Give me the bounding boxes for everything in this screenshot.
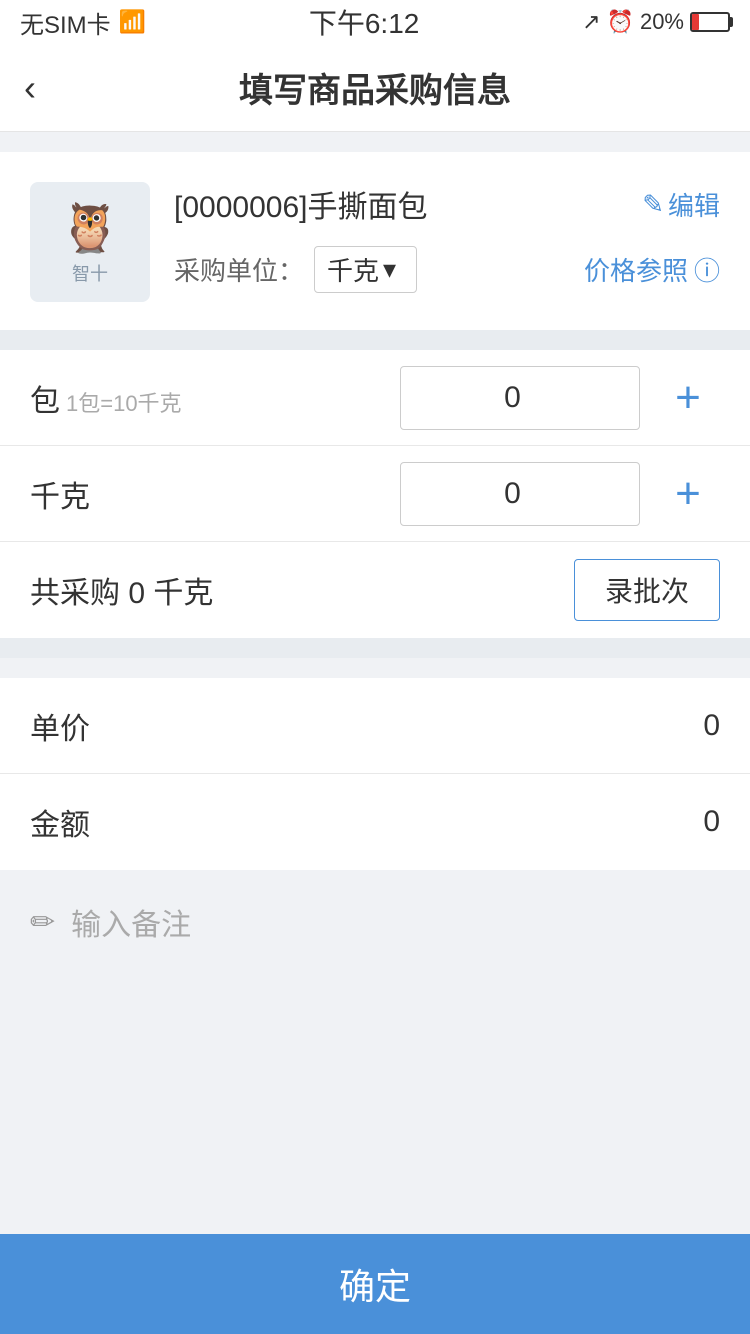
- unit-select[interactable]: 千克 ▾: [314, 246, 417, 293]
- battery-icon: [690, 12, 730, 32]
- carrier-label: 无SIM卡: [20, 5, 111, 40]
- unit-price-label: 单价: [30, 704, 90, 748]
- location-icon: ↗: [582, 9, 600, 35]
- status-right: ↗ ⏰ 20%: [582, 9, 730, 35]
- edit-button[interactable]: ✎ 编辑: [642, 186, 720, 223]
- section-divider-1: [0, 330, 750, 350]
- price-row-amount: 金额 0: [0, 774, 750, 870]
- back-button[interactable]: ‹: [24, 67, 36, 109]
- bao-hint: 1包=10千克: [66, 391, 182, 416]
- product-full-name: [0000006]手撕面包: [174, 182, 427, 226]
- pencil-icon: ✏: [30, 905, 55, 940]
- product-info: [0000006]手撕面包 ✎ 编辑 采购单位： 千克 ▾ 价格参照 ⓘ: [174, 182, 720, 293]
- amount-value: 0: [703, 805, 720, 839]
- input-label-kg: 千克: [30, 472, 150, 516]
- amount-label: 金额: [30, 800, 90, 844]
- section-divider-2: [0, 638, 750, 658]
- dropdown-arrow-icon: ▾: [383, 254, 396, 285]
- product-card: 🦉 智十 [0000006]手撕面包 ✎ 编辑 采购单位： 千克 ▾ 价格参照 …: [0, 152, 750, 330]
- bao-plus-button[interactable]: +: [656, 366, 720, 430]
- price-reference-button[interactable]: 价格参照 ⓘ: [584, 251, 720, 288]
- summary-row: 共采购 0 千克 录批次: [0, 542, 750, 638]
- unit-price-value: 0: [703, 709, 720, 743]
- product-thumb-icon: 🦉: [60, 199, 120, 256]
- nav-bar: ‹ 填写商品采购信息: [0, 44, 750, 132]
- product-unit-row: 采购单位： 千克 ▾ 价格参照 ⓘ: [174, 246, 720, 293]
- page-title: 填写商品采购信息: [239, 63, 511, 112]
- unit-label: 采购单位： 千克 ▾: [174, 246, 417, 293]
- input-section: 包1包=10千克 + 千克 +: [0, 350, 750, 542]
- product-name-row: [0000006]手撕面包 ✎ 编辑: [174, 182, 720, 226]
- kg-input[interactable]: [400, 462, 640, 526]
- battery-percent: 20%: [640, 9, 684, 35]
- batch-button[interactable]: 录批次: [574, 559, 720, 621]
- input-field-wrap-kg: +: [150, 462, 720, 526]
- bao-input[interactable]: [400, 366, 640, 430]
- unit-value: 千克: [327, 251, 379, 288]
- status-time: 下午6:12: [309, 2, 420, 42]
- remark-section[interactable]: ✏ 输入备注: [0, 870, 750, 974]
- edit-label: 编辑: [668, 186, 720, 223]
- input-row-bao: 包1包=10千克 +: [0, 350, 750, 446]
- input-label-bao: 包1包=10千克: [30, 376, 182, 420]
- status-left: 无SIM卡 📶: [20, 5, 146, 40]
- price-ref-label: 价格参照: [584, 251, 688, 288]
- status-bar: 无SIM卡 📶 下午6:12 ↗ ⏰ 20%: [0, 0, 750, 44]
- alarm-icon: ⏰: [607, 9, 634, 35]
- edit-icon: ✎: [642, 189, 664, 220]
- price-row-unit: 单价 0: [0, 678, 750, 774]
- bottom-spacer: [0, 974, 750, 1174]
- input-field-wrap-bao: +: [182, 366, 720, 430]
- remark-placeholder: 输入备注: [71, 900, 191, 944]
- product-thumb-label: 智十: [72, 260, 108, 286]
- price-section: 单价 0 金额 0: [0, 678, 750, 870]
- confirm-button[interactable]: 确定: [0, 1234, 750, 1334]
- product-thumbnail: 🦉 智十: [30, 182, 150, 302]
- help-icon: ⓘ: [694, 251, 720, 288]
- kg-plus-button[interactable]: +: [656, 462, 720, 526]
- wifi-icon: 📶: [119, 9, 146, 35]
- unit-text: 采购单位：: [174, 251, 304, 288]
- input-row-kg: 千克 +: [0, 446, 750, 542]
- summary-text: 共采购 0 千克: [30, 568, 213, 612]
